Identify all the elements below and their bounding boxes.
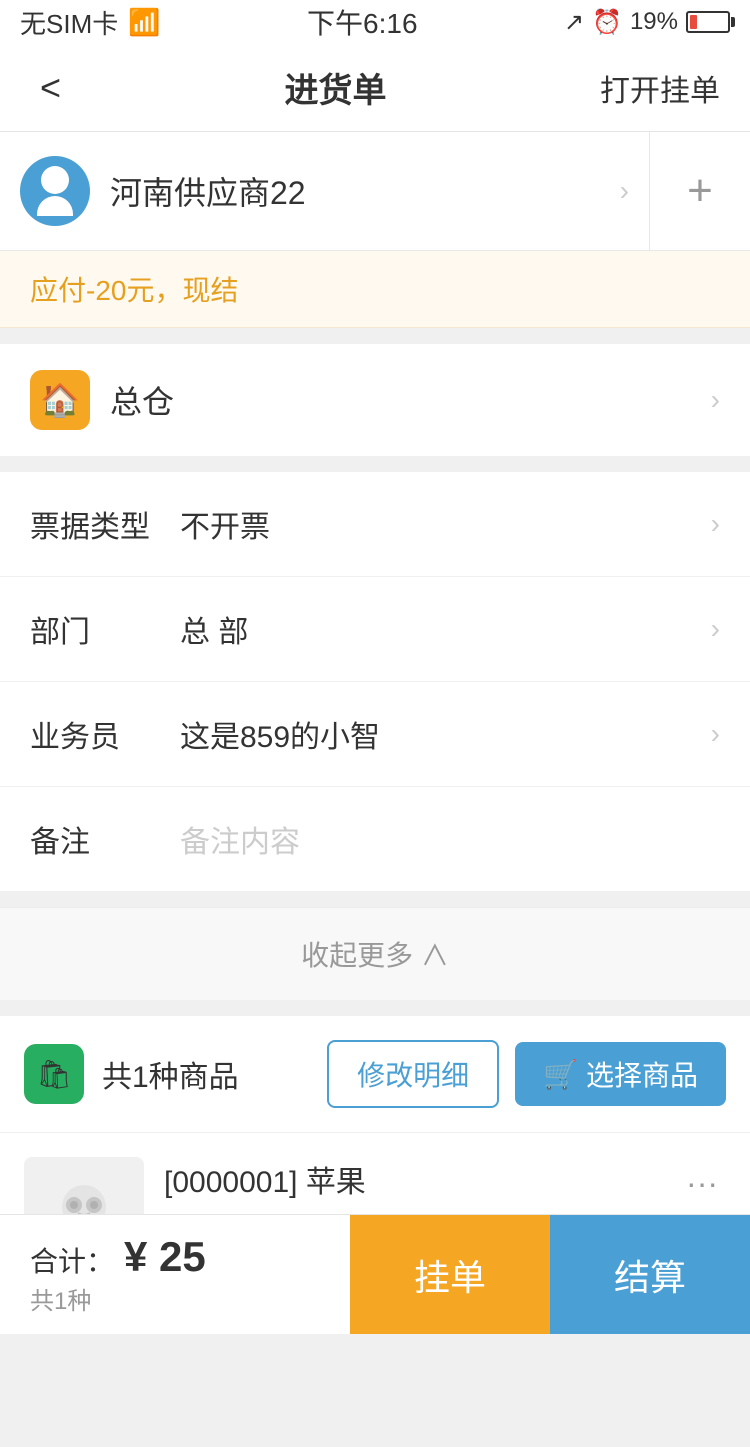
department-chevron-icon: ›	[711, 613, 720, 645]
total-amount: ¥ 25	[124, 1233, 206, 1281]
total-row: 合计： ¥ 25	[30, 1233, 320, 1281]
select-product-icon: 🛒	[543, 1058, 578, 1091]
bottom-bar: 合计： ¥ 25 共1种 挂单 结算	[0, 1214, 750, 1334]
supplier-chevron-icon: ›	[620, 175, 629, 207]
supplier-row[interactable]: 河南供应商22 ›	[0, 132, 650, 250]
salesman-value: 这是859的小智	[150, 712, 711, 756]
add-supplier-button[interactable]: +	[650, 132, 750, 250]
total-count: 共1种	[30, 1281, 320, 1316]
status-time: 下午6:16	[307, 2, 418, 42]
product-count-label: 共1种商品	[102, 1052, 327, 1096]
status-right: ↗ ⏰ 19%	[564, 8, 730, 37]
wifi-icon: 📶	[128, 7, 160, 38]
product-more-button[interactable]: ···	[678, 1157, 726, 1210]
product-name: [0000001] 苹果	[164, 1157, 678, 1201]
warehouse-row[interactable]: 🏠 总仓 ›	[0, 344, 750, 456]
checkout-button[interactable]: 结算	[550, 1215, 750, 1334]
total-section: 合计： ¥ 25 共1种	[0, 1215, 350, 1334]
warehouse-section: 🏠 总仓 ›	[0, 344, 750, 456]
battery-icon	[686, 11, 730, 33]
status-left: 无SIM卡 📶	[20, 4, 161, 41]
warehouse-chevron-icon: ›	[711, 384, 720, 416]
invoice-type-label: 票据类型	[30, 502, 150, 546]
form-section: 票据类型 不开票 › 部门 总 部 › 业务员 这是859的小智 › 备注 备注…	[0, 472, 750, 891]
product-bag-icon: 🛍	[24, 1044, 84, 1104]
total-label: 合计：	[30, 1240, 114, 1280]
product-title: 苹果	[306, 1166, 366, 1199]
select-product-label: 选择商品	[586, 1054, 698, 1094]
product-code: [0000001]	[164, 1166, 297, 1199]
salesman-label: 业务员	[30, 712, 150, 756]
warehouse-name: 总仓	[110, 377, 711, 423]
salesman-chevron-icon: ›	[711, 718, 720, 750]
department-row[interactable]: 部门 总 部 ›	[0, 577, 750, 682]
department-label: 部门	[30, 607, 150, 651]
select-product-button[interactable]: 🛒 选择商品	[515, 1042, 726, 1106]
salesman-row[interactable]: 业务员 这是859的小智 ›	[0, 682, 750, 787]
collapse-bar[interactable]: 收起更多 ∧	[0, 907, 750, 1000]
supplier-avatar	[20, 156, 90, 226]
invoice-type-value: 不开票	[150, 502, 711, 546]
payment-notice: 应付-20元，现结	[0, 251, 750, 328]
battery-percent: 19%	[630, 8, 678, 36]
location-icon: ↗	[564, 8, 584, 37]
invoice-type-row[interactable]: 票据类型 不开票 ›	[0, 472, 750, 577]
remark-row[interactable]: 备注 备注内容	[0, 787, 750, 891]
alarm-icon: ⏰	[592, 8, 622, 37]
warehouse-icon: 🏠	[30, 370, 90, 430]
department-value: 总 部	[150, 607, 711, 651]
status-bar: 无SIM卡 📶 下午6:16 ↗ ⏰ 19%	[0, 0, 750, 44]
hang-order-button[interactable]: 挂单	[350, 1215, 550, 1334]
remark-input[interactable]: 备注内容	[150, 817, 720, 861]
carrier-text: 无SIM卡	[20, 4, 118, 41]
invoice-type-chevron-icon: ›	[711, 508, 720, 540]
product-header: 🛍 共1种商品 修改明细 🛒 选择商品	[0, 1016, 750, 1133]
remark-label: 备注	[30, 817, 150, 861]
open-pending-button[interactable]: 打开挂单	[600, 66, 720, 110]
back-button[interactable]: <	[30, 57, 71, 119]
modify-detail-button[interactable]: 修改明细	[327, 1040, 499, 1108]
supplier-section: 河南供应商22 › +	[0, 132, 750, 251]
supplier-name: 河南供应商22	[110, 168, 620, 214]
page-title: 进货单	[285, 63, 387, 112]
nav-bar: < 进货单 打开挂单	[0, 44, 750, 132]
avatar-icon	[37, 166, 73, 216]
